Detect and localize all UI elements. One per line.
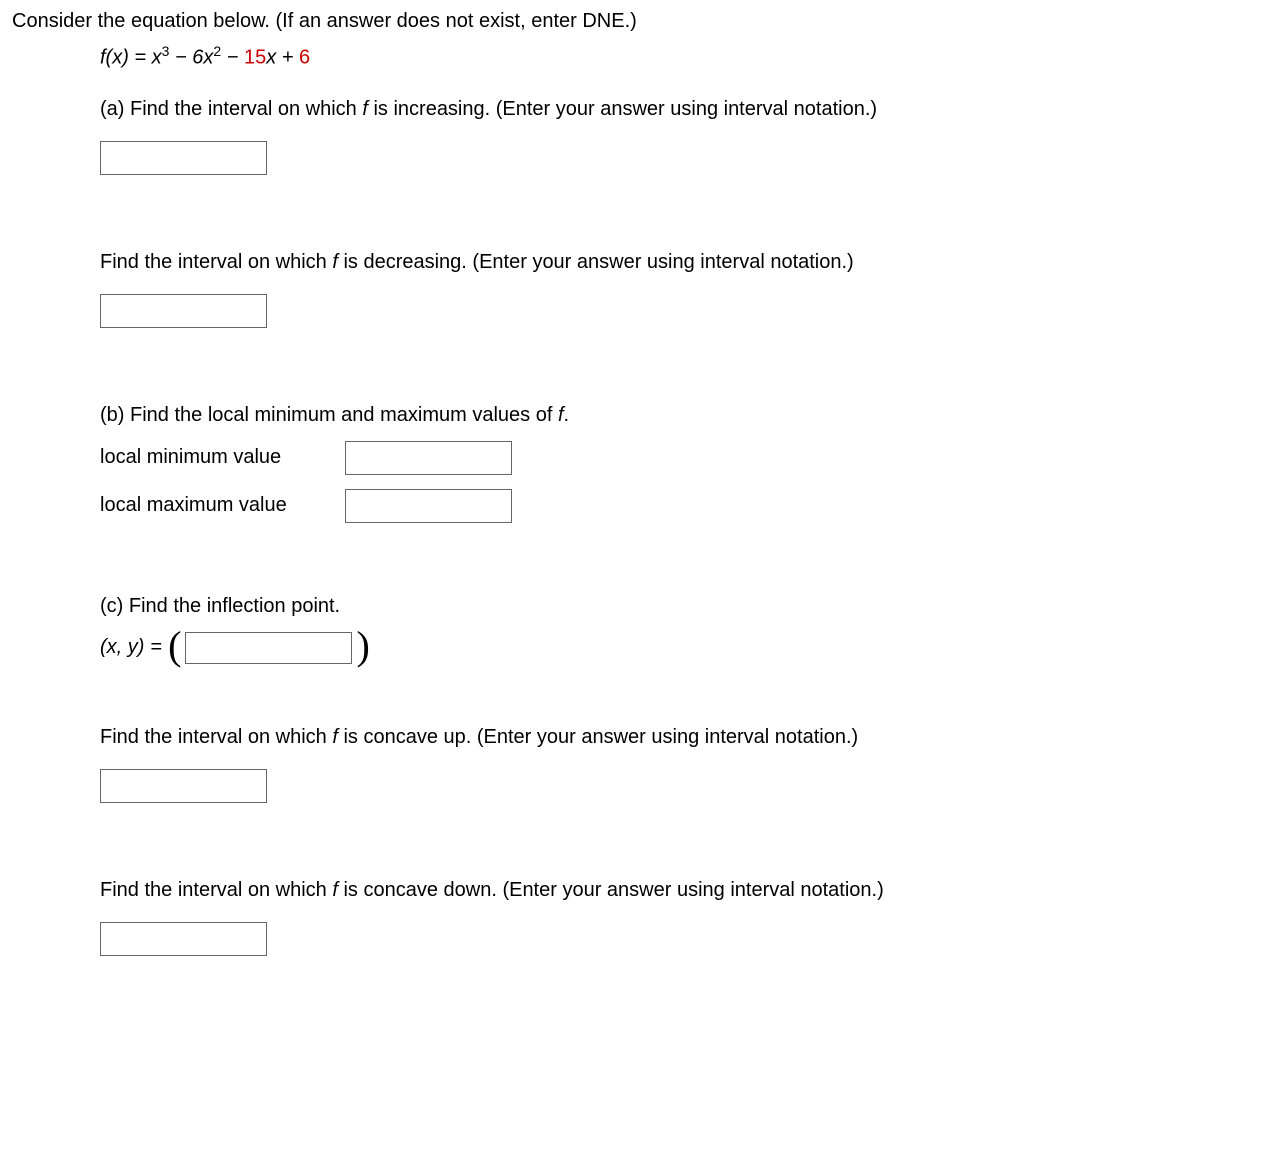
part-a-increasing: (a) Find the interval on which f is incr… [100,98,1268,121]
increasing-interval-input[interactable] [100,141,267,175]
decreasing-interval-input[interactable] [100,294,267,328]
inflection-point-row: (x, y) = ( ) [100,628,1268,668]
eq-lhs: f(x) = x [100,47,162,69]
local-min-label: local minimum value [100,446,315,469]
eq-coef6: 6 [299,47,310,69]
equation: f(x) = x3 − 6x2 − 15x + 6 [100,43,1268,70]
inflection-point-input[interactable] [185,632,352,664]
local-min-input[interactable] [345,441,512,475]
part-a-increasing-text: (a) Find the interval on which f is incr… [100,98,877,120]
concave-up-input[interactable] [100,769,267,803]
concave-up-text: Find the interval on which f is concave … [100,726,1268,749]
part-b-heading-text: (b) Find the local minimum and maximum v… [100,404,569,426]
concave-up-label: Find the interval on which f is concave … [100,726,858,748]
part-a-decreasing: Find the interval on which f is decreasi… [100,251,1268,274]
concave-down-input[interactable] [100,922,267,956]
eq-coef15: 15 [244,47,266,69]
xy-label: (x, y) [100,636,144,659]
local-max-label: local maximum value [100,494,315,517]
concave-down-label: Find the interval on which f is concave … [100,879,884,901]
eq-minus6x: − 6x [169,47,213,69]
part-b-heading: (b) Find the local minimum and maximum v… [100,404,1268,427]
part-c-heading-text: (c) Find the inflection point. [100,595,340,617]
eq-xplus: x + [266,47,299,69]
part-a-decreasing-text: Find the interval on which f is decreasi… [100,251,854,273]
open-paren-icon: ( [168,626,181,666]
concave-down-text: Find the interval on which f is concave … [100,879,1268,902]
intro-text: Consider the equation below. (If an answ… [12,10,1268,33]
close-paren-icon: ) [356,626,369,666]
xy-equals: = [150,636,162,659]
eq-minus: − [221,47,244,69]
part-c-heading: (c) Find the inflection point. [100,595,1268,618]
local-max-input[interactable] [345,489,512,523]
